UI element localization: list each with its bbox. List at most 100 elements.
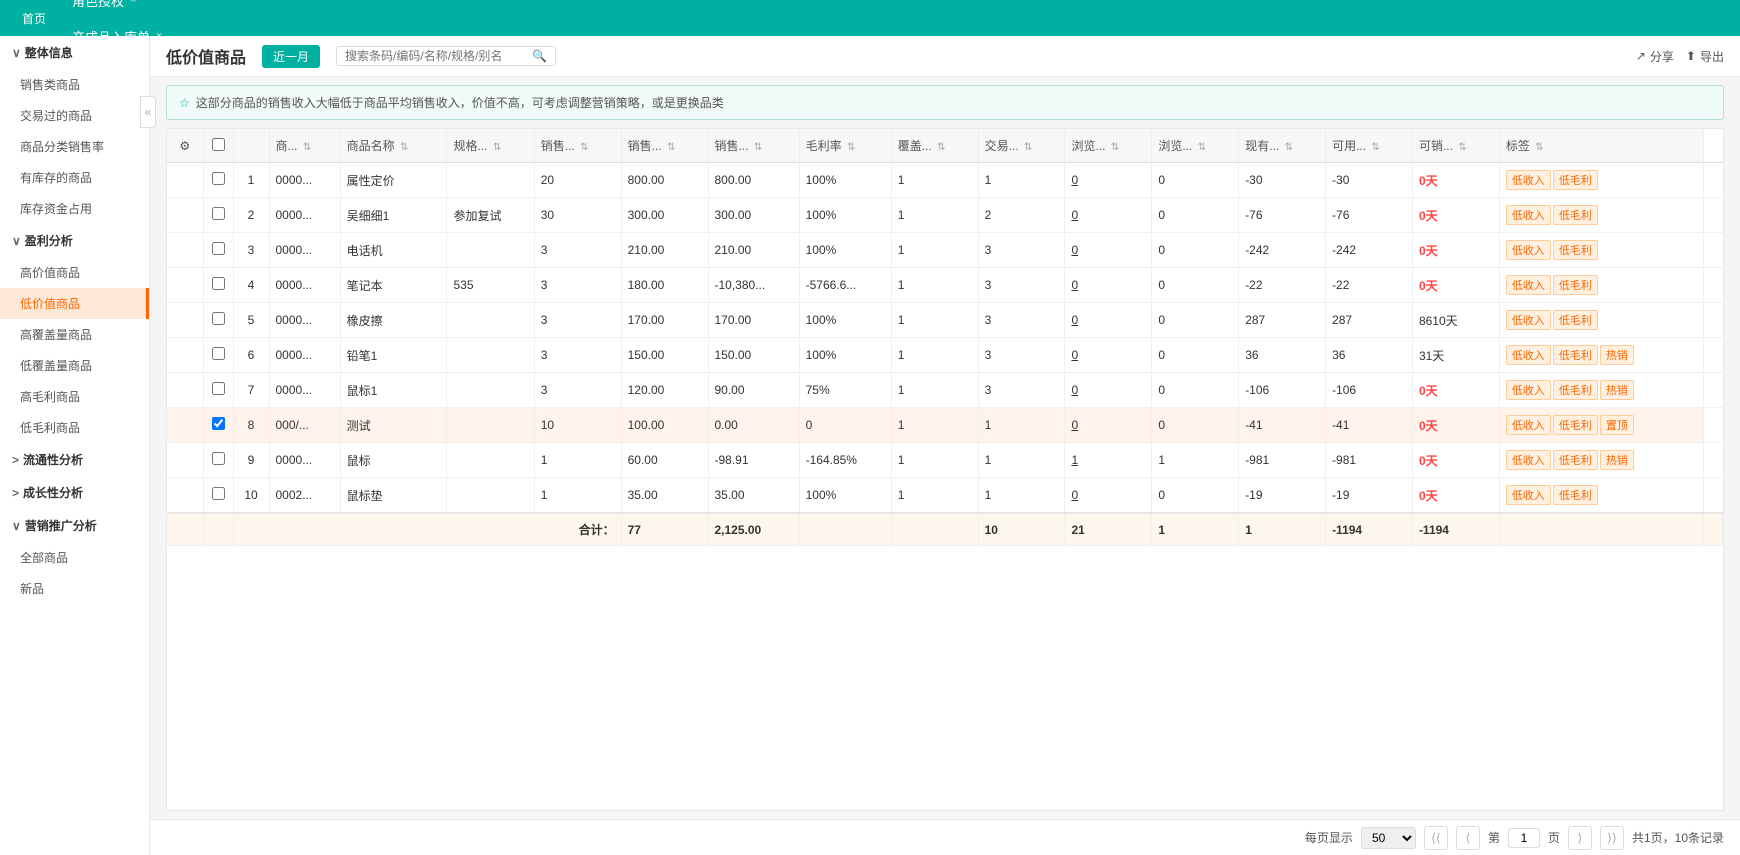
- nav-home[interactable]: 首页: [8, 0, 60, 36]
- sidebar-item-低覆盖量商品[interactable]: 低覆盖量商品: [0, 350, 149, 381]
- row-view1[interactable]: 0: [1065, 478, 1152, 514]
- col-sale-amt[interactable]: 销售... ⇅: [621, 129, 708, 163]
- share-button[interactable]: ↗ 分享: [1636, 48, 1674, 65]
- row-view1[interactable]: 0: [1065, 373, 1152, 408]
- row-view1[interactable]: 0: [1065, 268, 1152, 303]
- row-gear[interactable]: [167, 233, 203, 268]
- search-input[interactable]: [345, 49, 532, 63]
- next-page-button[interactable]: ⟩: [1568, 826, 1592, 850]
- row-checkbox-cell[interactable]: [203, 408, 233, 443]
- sidebar-item-全部商品[interactable]: 全部商品: [0, 542, 149, 573]
- tab-close-icon[interactable]: ×: [130, 0, 136, 6]
- row-view1[interactable]: 0: [1065, 233, 1152, 268]
- row-checkbox[interactable]: [212, 172, 225, 185]
- row-checkbox-cell[interactable]: [203, 443, 233, 478]
- row-checkbox-cell[interactable]: [203, 338, 233, 373]
- row-checkbox[interactable]: [212, 417, 225, 430]
- row-gear[interactable]: [167, 268, 203, 303]
- col-tags[interactable]: 标签 ⇅: [1499, 129, 1704, 163]
- row-gear[interactable]: [167, 303, 203, 338]
- col-gear[interactable]: ⚙: [167, 129, 203, 163]
- col-code[interactable]: 商... ⇅: [269, 129, 340, 163]
- row-view1[interactable]: 0: [1065, 338, 1152, 373]
- sidebar-group-成长性分析[interactable]: >成长性分析: [0, 476, 149, 509]
- sidebar-item-库存资金占用[interactable]: 库存资金占用: [0, 193, 149, 224]
- sidebar-item-有库存的商品[interactable]: 有库存的商品: [0, 162, 149, 193]
- row-num: 1: [233, 163, 269, 198]
- row-gross-rate: 100%: [799, 163, 891, 198]
- col-check-all[interactable]: [203, 129, 233, 163]
- row-avail: -41: [1326, 408, 1413, 443]
- sidebar-item-交易过的商品[interactable]: 交易过的商品: [0, 100, 149, 131]
- search-icon[interactable]: 🔍: [532, 49, 547, 63]
- header-actions: ↗ 分享 ⬆ 导出: [1636, 48, 1724, 65]
- row-view2: 0: [1152, 408, 1239, 443]
- sidebar-item-低毛利商品[interactable]: 低毛利商品: [0, 412, 149, 443]
- col-cover[interactable]: 覆盖... ⇅: [891, 129, 978, 163]
- row-view1[interactable]: 0: [1065, 408, 1152, 443]
- row-checkbox[interactable]: [212, 207, 225, 220]
- tag-label: 低收入: [1506, 415, 1551, 435]
- col-name[interactable]: 商品名称 ⇅: [340, 129, 447, 163]
- row-gear[interactable]: [167, 198, 203, 233]
- col-view1[interactable]: 浏览... ⇅: [1065, 129, 1152, 163]
- row-checkbox-cell[interactable]: [203, 373, 233, 408]
- sidebar-group-盈利分析[interactable]: ∨盈利分析: [0, 224, 149, 257]
- row-gear[interactable]: [167, 373, 203, 408]
- first-page-button[interactable]: ⟨⟨: [1424, 826, 1448, 850]
- row-checkbox-cell[interactable]: [203, 478, 233, 514]
- row-view1[interactable]: 0: [1065, 198, 1152, 233]
- col-stock[interactable]: 现有... ⇅: [1239, 129, 1326, 163]
- sidebar-group-整体信息[interactable]: ∨整体信息: [0, 36, 149, 69]
- col-trade[interactable]: 交易... ⇅: [978, 129, 1065, 163]
- sidebar-group-营销推广分析[interactable]: ∨营销推广分析: [0, 509, 149, 542]
- prev-page-button[interactable]: ⟨: [1456, 826, 1480, 850]
- row-checkbox-cell[interactable]: [203, 303, 233, 338]
- export-button[interactable]: ⬆ 导出: [1686, 48, 1724, 65]
- row-checkbox-cell[interactable]: [203, 163, 233, 198]
- row-view1[interactable]: 0: [1065, 303, 1152, 338]
- nav-tab-角色授权[interactable]: 角色授权×: [60, 0, 174, 18]
- col-avail[interactable]: 可用... ⇅: [1326, 129, 1413, 163]
- row-checkbox[interactable]: [212, 452, 225, 465]
- col-spec[interactable]: 规格... ⇅: [447, 129, 534, 163]
- sidebar-item-高覆盖量商品[interactable]: 高覆盖量商品: [0, 319, 149, 350]
- page-number-input[interactable]: [1508, 828, 1540, 848]
- filter-recent-month-button[interactable]: 近一月: [262, 45, 320, 68]
- col-saleable[interactable]: 可销... ⇅: [1412, 129, 1499, 163]
- sidebar-item-高价值商品[interactable]: 高价值商品: [0, 257, 149, 288]
- sidebar-item-高毛利商品[interactable]: 高毛利商品: [0, 381, 149, 412]
- row-checkbox-cell[interactable]: [203, 268, 233, 303]
- sidebar-item-销售类商品[interactable]: 销售类商品: [0, 69, 149, 100]
- row-gear[interactable]: [167, 163, 203, 198]
- row-gear[interactable]: [167, 408, 203, 443]
- col-sale-avg[interactable]: 销售... ⇅: [708, 129, 799, 163]
- row-checkbox[interactable]: [212, 277, 225, 290]
- row-checkbox[interactable]: [212, 382, 225, 395]
- row-gear[interactable]: [167, 443, 203, 478]
- row-view1[interactable]: 1: [1065, 443, 1152, 478]
- row-spec: 535: [447, 268, 534, 303]
- sidebar-item-低价值商品[interactable]: 低价值商品: [0, 288, 149, 319]
- sidebar-group-流通性分析[interactable]: >流通性分析: [0, 443, 149, 476]
- select-all-checkbox[interactable]: [212, 138, 225, 151]
- row-checkbox[interactable]: [212, 312, 225, 325]
- row-sale-qty: 3: [534, 373, 621, 408]
- sidebar-collapse-button[interactable]: «: [140, 96, 156, 128]
- row-checkbox[interactable]: [212, 347, 225, 360]
- row-checkbox-cell[interactable]: [203, 233, 233, 268]
- row-view1[interactable]: 0: [1065, 163, 1152, 198]
- row-checkbox-cell[interactable]: [203, 198, 233, 233]
- page-size-select[interactable]: 50 100: [1361, 827, 1416, 849]
- row-checkbox[interactable]: [212, 487, 225, 500]
- col-gross-rate[interactable]: 毛利率 ⇅: [799, 129, 891, 163]
- sidebar-item-新品[interactable]: 新品: [0, 573, 149, 604]
- row-checkbox[interactable]: [212, 242, 225, 255]
- row-gear[interactable]: [167, 338, 203, 373]
- row-gear[interactable]: [167, 478, 203, 514]
- last-page-button[interactable]: ⟩⟩: [1600, 826, 1624, 850]
- col-sale-qty[interactable]: 销售... ⇅: [534, 129, 621, 163]
- data-table-wrapper: ⚙ 商... ⇅ 商品名称 ⇅ 规格... ⇅ 销售... ⇅ 销售... ⇅ …: [166, 128, 1724, 811]
- sidebar-item-商品分类销售率[interactable]: 商品分类销售率: [0, 131, 149, 162]
- col-view2[interactable]: 浏览... ⇅: [1152, 129, 1239, 163]
